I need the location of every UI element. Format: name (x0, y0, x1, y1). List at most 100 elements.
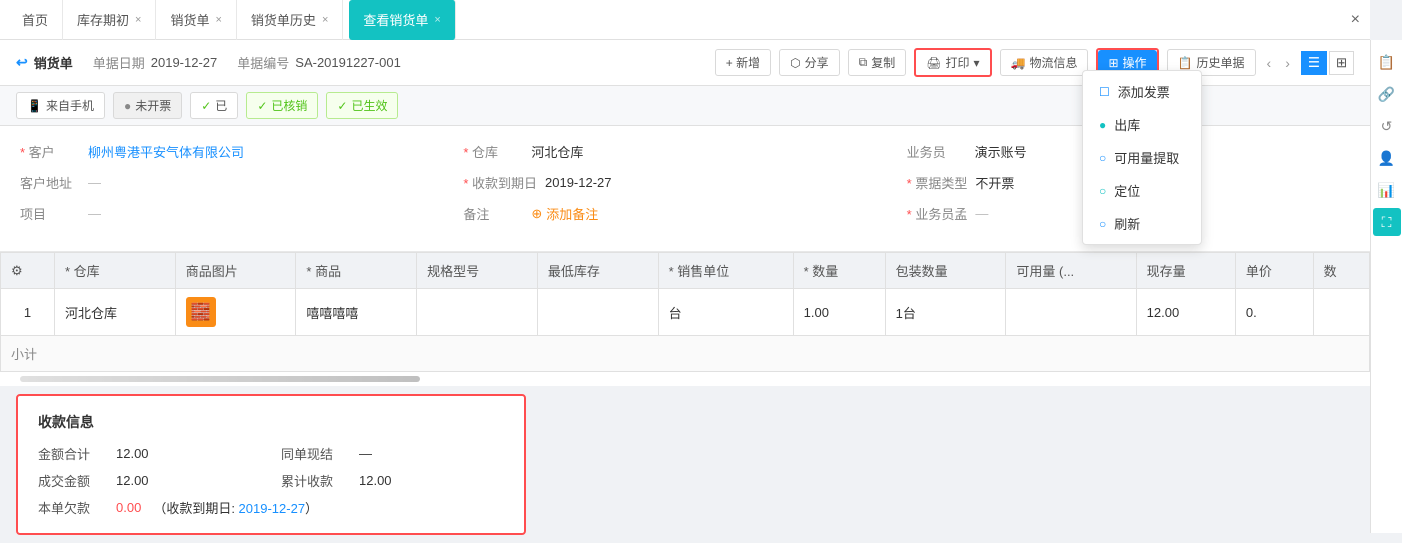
summary-section: 收款信息 金额合计 12.00 同单现结 — 成交金额 12.00 累计收款 1… (16, 394, 526, 535)
tab-sales-history[interactable]: 销货单历史 × (237, 0, 343, 40)
staff-value: 演示账号 (975, 142, 1027, 161)
warehouse-value: 河北仓库 (531, 142, 583, 161)
available-qty-icon: ○ (1099, 151, 1106, 165)
add-note-button[interactable]: ⊕ 添加备注 (531, 204, 598, 223)
row-min-stock (537, 289, 658, 336)
customer-field: 客户 柳州粤港平安气体有限公司 (20, 142, 463, 161)
tab-home[interactable]: 首页 (8, 0, 63, 40)
available-qty-item[interactable]: ○ 可用量提取 (1083, 141, 1201, 174)
sidebar-link-icon[interactable]: 🔗 (1373, 80, 1401, 108)
doc-type-label: 销货单 (34, 53, 73, 72)
not-open-ticket-button[interactable]: ● 未开票 (113, 92, 182, 119)
outbound-icon: ● (1099, 118, 1106, 132)
note-field: 备注 ⊕ 添加备注 (463, 204, 906, 223)
copy-button[interactable]: ⧉ 复制 (848, 49, 907, 76)
col-settings[interactable]: ⚙ (1, 253, 55, 289)
check-icon: ✓ (201, 99, 211, 113)
tab-inventory-close[interactable]: × (135, 14, 141, 26)
doc-num-value: SA-20191227-001 (295, 55, 401, 70)
prev-record-button[interactable]: ‹ (1264, 55, 1275, 71)
col-product: * 商品 (296, 253, 417, 289)
horizontal-scrollbar[interactable] (20, 376, 420, 382)
plus-icon: ⊕ (531, 206, 542, 222)
grid-view-button[interactable]: ⊞ (1329, 51, 1354, 75)
col-unit-price: 单价 (1235, 253, 1313, 289)
refresh-item[interactable]: ○ 刷新 (1083, 207, 1201, 240)
col-product-img: 商品图片 (175, 253, 296, 289)
same-order-value: — (359, 446, 372, 461)
from-phone-button[interactable]: 📱 来自手机 (16, 92, 105, 119)
copy-icon: ⧉ (859, 55, 868, 70)
phone-icon: 📱 (27, 99, 42, 113)
new-button[interactable]: + 新增 (715, 49, 771, 76)
effective-button[interactable]: ✓ 已生效 (326, 92, 398, 119)
total-amount-value: 12.00 (116, 446, 149, 461)
sidebar-chart-icon[interactable]: 📊 (1373, 176, 1401, 204)
staff-label: 业务员 (907, 142, 967, 161)
window-close-button[interactable]: × (1351, 11, 1360, 29)
table-header-row: ⚙ * 仓库 商品图片 * 商品 规格型号 最低库存 * 销售单位 * 数量 包… (1, 253, 1370, 289)
add-invoice-icon: ☐ (1099, 85, 1110, 99)
col-qty: * 数量 (793, 253, 885, 289)
address-value: — (88, 175, 101, 190)
outstanding-date: 2019-12-27 (239, 501, 306, 516)
print-dropdown-arrow[interactable]: ▾ (973, 56, 979, 70)
outbound-item[interactable]: ● 出库 (1083, 108, 1201, 141)
list-view-button[interactable]: ☰ (1301, 51, 1327, 75)
doc-date-value: 2019-12-27 (151, 55, 218, 70)
tab-sales-history-close[interactable]: × (322, 14, 328, 26)
logistics-button[interactable]: 🚚 物流信息 (1000, 49, 1089, 76)
voided-button[interactable]: ✓ 已核销 (246, 92, 318, 119)
tab-sales-close[interactable]: × (215, 14, 221, 26)
right-sidebar: 📋 🔗 ↺ 👤 📊 ⛶ (1370, 40, 1402, 533)
locate-icon: ○ (1099, 184, 1106, 198)
warehouse-label: 仓库 (463, 142, 523, 161)
total-amount-label: 金额合计 (38, 444, 108, 463)
doc-date-field: 单据日期 2019-12-27 (93, 53, 218, 72)
operation-grid-icon: ⊞ (1108, 56, 1118, 70)
tab-sales[interactable]: 销货单 × (156, 0, 236, 40)
voided-check-icon: ✓ (257, 99, 267, 113)
summary-grid: 金额合计 12.00 同单现结 — 成交金额 12.00 累计收款 12.00 … (38, 444, 504, 517)
tab-bar: 首页 库存期初 × 销货单 × 销货单历史 × 查看销货单 × × (0, 0, 1370, 40)
share-button[interactable]: ⬡ 分享 (779, 49, 840, 76)
ticket-type-value: 不开票 (975, 173, 1014, 192)
sidebar-expand-icon[interactable]: ⛶ (1373, 208, 1401, 236)
col-available: 可用量 (... (1006, 253, 1136, 289)
print-highlight-box: 🖨 打印 ▾ (914, 48, 991, 77)
doc-number-field: 单据编号 SA-20191227-001 (237, 53, 401, 72)
next-record-button[interactable]: › (1282, 55, 1293, 71)
note-label: 备注 (463, 204, 523, 223)
row-unit: 台 (658, 289, 793, 336)
address-field: 客户地址 — (20, 173, 463, 192)
tab-inventory[interactable]: 库存期初 × (63, 0, 156, 40)
transaction-amount-value: 12.00 (116, 473, 149, 488)
share-icon: ⬡ (790, 56, 800, 70)
col-amount: 数 (1313, 253, 1369, 289)
subtotal-row: 小计 (1, 336, 1370, 372)
print-button[interactable]: 🖨 打印 ▾ (916, 50, 989, 75)
review-button[interactable]: ✓ 已 (190, 92, 238, 119)
warehouse-field: 仓库 河北仓库 (463, 142, 906, 161)
project-value: — (88, 206, 101, 221)
doc-title: ↩ 销货单 (16, 53, 73, 72)
sidebar-user-icon[interactable]: 👤 (1373, 144, 1401, 172)
outstanding-label: 本单欠款 (38, 498, 108, 517)
add-invoice-item[interactable]: ☐ 添加发票 (1083, 75, 1201, 108)
col-warehouse: * 仓库 (54, 253, 175, 289)
cumulative-payment-label: 累计收款 (281, 471, 351, 490)
tab-view-sales[interactable]: 查看销货单 × (349, 0, 455, 40)
doc-type-icon: ↩ (16, 54, 28, 71)
sidebar-refresh-icon[interactable]: ↺ (1373, 112, 1401, 140)
tab-view-sales-close[interactable]: × (434, 14, 440, 26)
effective-check-icon: ✓ (337, 99, 347, 113)
sidebar-doc-icon[interactable]: 📋 (1373, 48, 1401, 76)
customer-value[interactable]: 柳州粤港平安气体有限公司 (88, 142, 244, 161)
sales-staff-label: 业务员孟 (907, 204, 968, 223)
locate-item[interactable]: ○ 定位 (1083, 174, 1201, 207)
payment-date-label: 收款到期日 (463, 173, 537, 192)
subtotal-label: 小计 (1, 336, 1370, 372)
row-available (1006, 289, 1136, 336)
row-spec (417, 289, 538, 336)
product-img-placeholder: 🧱 (191, 302, 211, 322)
